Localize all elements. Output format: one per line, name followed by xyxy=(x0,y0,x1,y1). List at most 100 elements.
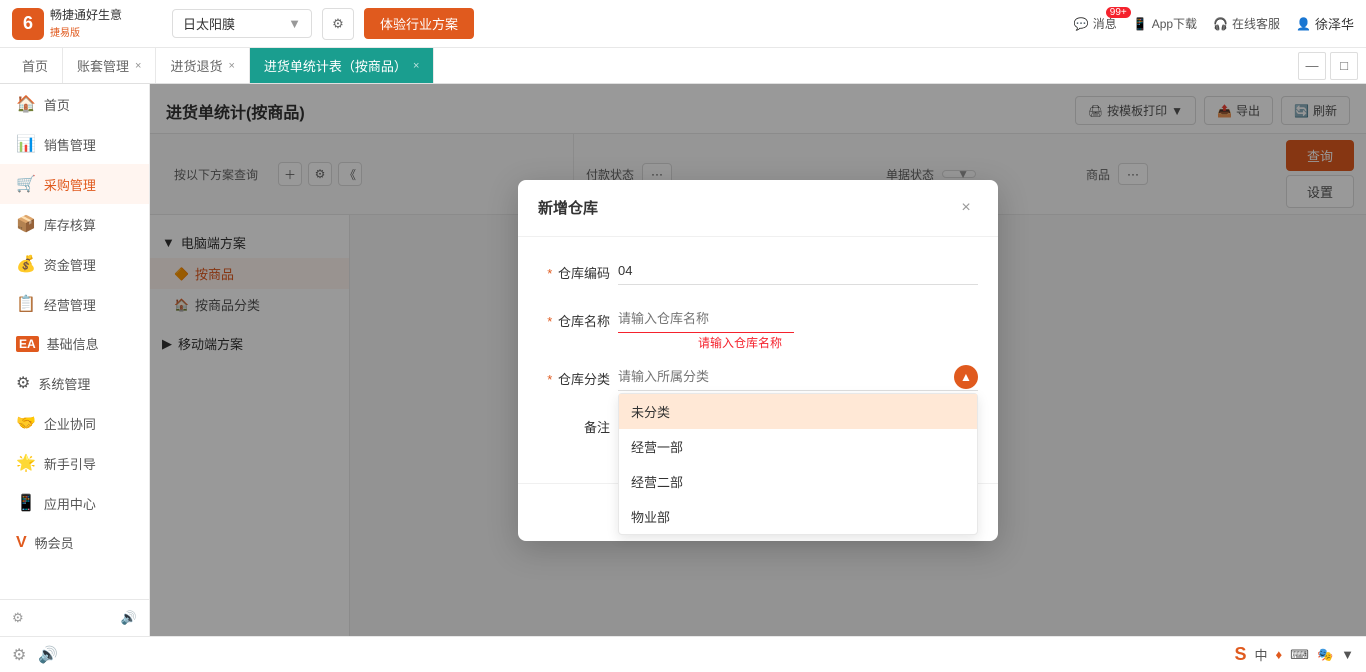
chinese-input-icon[interactable]: 中 xyxy=(1255,645,1268,664)
category-select-wrapper: ▲ 未分类 经营一部 经营二部 物业部 xyxy=(618,363,978,391)
sidebar-system-label: 系统管理 xyxy=(38,374,90,393)
sidebar-item-sales[interactable]: 📊 销售管理 xyxy=(0,124,149,164)
app-download-label: App下载 xyxy=(1152,15,1197,32)
tab-home-label: 首页 xyxy=(22,56,48,75)
name-input[interactable] xyxy=(618,305,794,333)
sidebar-inventory-label: 库存核算 xyxy=(44,215,96,234)
settings-icon[interactable]: ⚙ xyxy=(322,8,354,40)
sidebar-item-operations[interactable]: 📋 经营管理 xyxy=(0,284,149,324)
sidebar-purchase-label: 采购管理 xyxy=(44,175,96,194)
sidebar-member-label: 畅会员 xyxy=(35,533,74,552)
sidebar-home-label: 首页 xyxy=(44,95,70,114)
member-icon: V xyxy=(16,534,27,552)
guide-icon: 🌟 xyxy=(16,453,36,473)
modal-title: 新增仓库 xyxy=(538,197,598,218)
modal-header: 新增仓库 × xyxy=(518,180,998,237)
sidebar-enterprise-label: 企业协同 xyxy=(44,414,96,433)
dropdown-item-ops1[interactable]: 经营一部 xyxy=(619,429,977,464)
app-download-item[interactable]: 📱 App下载 xyxy=(1133,15,1197,32)
sidebar-item-guide[interactable]: 🌟 新手引导 xyxy=(0,443,149,483)
tab-accounts-close[interactable]: × xyxy=(135,60,141,72)
message-icon: 💬 xyxy=(1074,17,1089,31)
message-badge: 99+ xyxy=(1106,7,1131,18)
bottom-audio-icon[interactable]: 🔊 xyxy=(38,645,58,665)
tab-purchase-return-close[interactable]: × xyxy=(228,60,234,72)
tab-home[interactable]: 首页 xyxy=(8,48,63,83)
name-label: * 仓库名称 xyxy=(538,305,618,330)
category-label: * 仓库分类 xyxy=(538,363,618,388)
apps-icon: 📱 xyxy=(16,493,36,513)
sidebar-audio-icon[interactable]: 🔊 xyxy=(121,610,137,626)
online-service-label: 在线客服 xyxy=(1232,15,1280,32)
minimize-button[interactable]: — xyxy=(1298,52,1326,80)
chevron-down-icon: ▼ xyxy=(288,16,301,31)
tab-purchase-return-label: 进货退货 xyxy=(170,56,222,75)
code-input[interactable] xyxy=(618,257,978,285)
trial-button[interactable]: 体验行业方案 xyxy=(364,8,474,39)
message-item[interactable]: 💬 消息 99+ xyxy=(1074,15,1117,32)
sidebar-item-apps[interactable]: 📱 应用中心 xyxy=(0,483,149,523)
tab-actions: — □ xyxy=(1298,52,1358,80)
sidebar-item-purchase[interactable]: 🛒 采购管理 xyxy=(0,164,149,204)
tab-purchase-stats[interactable]: 进货单统计表（按商品） × xyxy=(250,48,434,83)
code-label-text: 仓库编码 xyxy=(558,266,610,281)
mask-icon[interactable]: 🎭 xyxy=(1317,647,1333,663)
app-title: 畅捷通好生意 xyxy=(50,8,122,24)
notes-label: 备注 xyxy=(538,411,618,436)
finance-icon: 💰 xyxy=(16,254,36,274)
category-label-text: 仓库分类 xyxy=(558,372,610,387)
category-dropdown: 未分类 经营一部 经营二部 物业部 xyxy=(618,393,978,535)
sidebar-item-home[interactable]: 🏠 首页 xyxy=(0,84,149,124)
mobile-icon: 📱 xyxy=(1133,17,1148,31)
sidebar-item-system[interactable]: ⚙ 系统管理 xyxy=(0,363,149,403)
category-input[interactable] xyxy=(618,363,978,391)
bottom-settings-icon[interactable]: ⚙ xyxy=(12,645,26,665)
tab-purchase-return[interactable]: 进货退货 × xyxy=(156,48,249,83)
sidebar-item-basic-info[interactable]: EA 基础信息 xyxy=(0,324,149,363)
keyboard-icon[interactable]: ⌨ xyxy=(1290,647,1309,663)
modal-overlay: 新增仓库 × * 仓库编码 * xyxy=(150,84,1366,636)
diamond-icon[interactable]: ♦ xyxy=(1276,647,1283,662)
modal-close-button[interactable]: × xyxy=(954,196,978,220)
modal-body: * 仓库编码 * 仓库名称 请输入仓库名称 xyxy=(518,237,998,483)
store-name: 日太阳膜 xyxy=(183,14,235,33)
notes-label-text: 备注 xyxy=(584,420,610,435)
app-logo: 6 xyxy=(12,8,44,40)
inventory-icon: 📦 xyxy=(16,214,36,234)
operations-icon: 📋 xyxy=(16,294,36,314)
sidebar-item-inventory[interactable]: 📦 库存核算 xyxy=(0,204,149,244)
sidebar: 🏠 首页 📊 销售管理 🛒 采购管理 📦 库存核算 💰 资金管理 📋 经营管理 … xyxy=(0,84,150,636)
tab-purchase-stats-label: 进货单统计表（按商品） xyxy=(264,56,407,75)
sidebar-item-enterprise[interactable]: 🤝 企业协同 xyxy=(0,403,149,443)
sidebar-item-finance[interactable]: 💰 资金管理 xyxy=(0,244,149,284)
maximize-button[interactable]: □ xyxy=(1330,52,1358,80)
sidebar-item-member[interactable]: V 畅会员 xyxy=(0,523,149,562)
sidebar-apps-label: 应用中心 xyxy=(44,494,96,513)
tab-purchase-stats-close[interactable]: × xyxy=(413,60,419,72)
dropdown-item-property[interactable]: 物业部 xyxy=(619,499,977,534)
sidebar-sales-label: 销售管理 xyxy=(44,135,96,154)
bottom-icons: ⚙ 🔊 xyxy=(12,645,58,665)
bottom-right-icons: S 中 ♦ ⌨ 🎭 ▼ xyxy=(1235,644,1355,665)
sidebar-settings-icon[interactable]: ⚙ xyxy=(12,610,24,626)
content-area: 进货单统计(按商品) 🖨 按模板打印 ▼ 📤 导出 🔄 刷新 xyxy=(150,84,1366,636)
category-dropdown-arrow[interactable]: ▲ xyxy=(954,365,978,389)
dropdown-item-uncategorized[interactable]: 未分类 xyxy=(619,394,977,429)
tab-accounts[interactable]: 账套管理 × xyxy=(63,48,156,83)
sidebar-guide-label: 新手引导 xyxy=(44,454,96,473)
sidebar-basic-info-label: 基础信息 xyxy=(47,334,99,353)
enterprise-icon: 🤝 xyxy=(16,413,36,433)
dropdown-icon[interactable]: ▼ xyxy=(1341,647,1354,662)
basic-info-icon: EA xyxy=(16,336,39,352)
app-badge: 捷易版 xyxy=(50,24,122,39)
user-item[interactable]: 👤 徐泽华 xyxy=(1296,14,1354,33)
code-label: * 仓库编码 xyxy=(538,257,618,282)
system-icon: ⚙ xyxy=(16,373,30,393)
store-selector[interactable]: 日太阳膜 ▼ xyxy=(172,9,312,38)
online-service-item[interactable]: 🎧 在线客服 xyxy=(1213,15,1280,32)
sidebar-finance-label: 资金管理 xyxy=(44,255,96,274)
dropdown-item-ops2[interactable]: 经营二部 xyxy=(619,464,977,499)
bottom-bar: ⚙ 🔊 S 中 ♦ ⌨ 🎭 ▼ xyxy=(0,636,1366,672)
header-right: 💬 消息 99+ 📱 App下载 🎧 在线客服 👤 徐泽华 xyxy=(1074,14,1354,33)
name-label-text: 仓库名称 xyxy=(558,314,610,329)
